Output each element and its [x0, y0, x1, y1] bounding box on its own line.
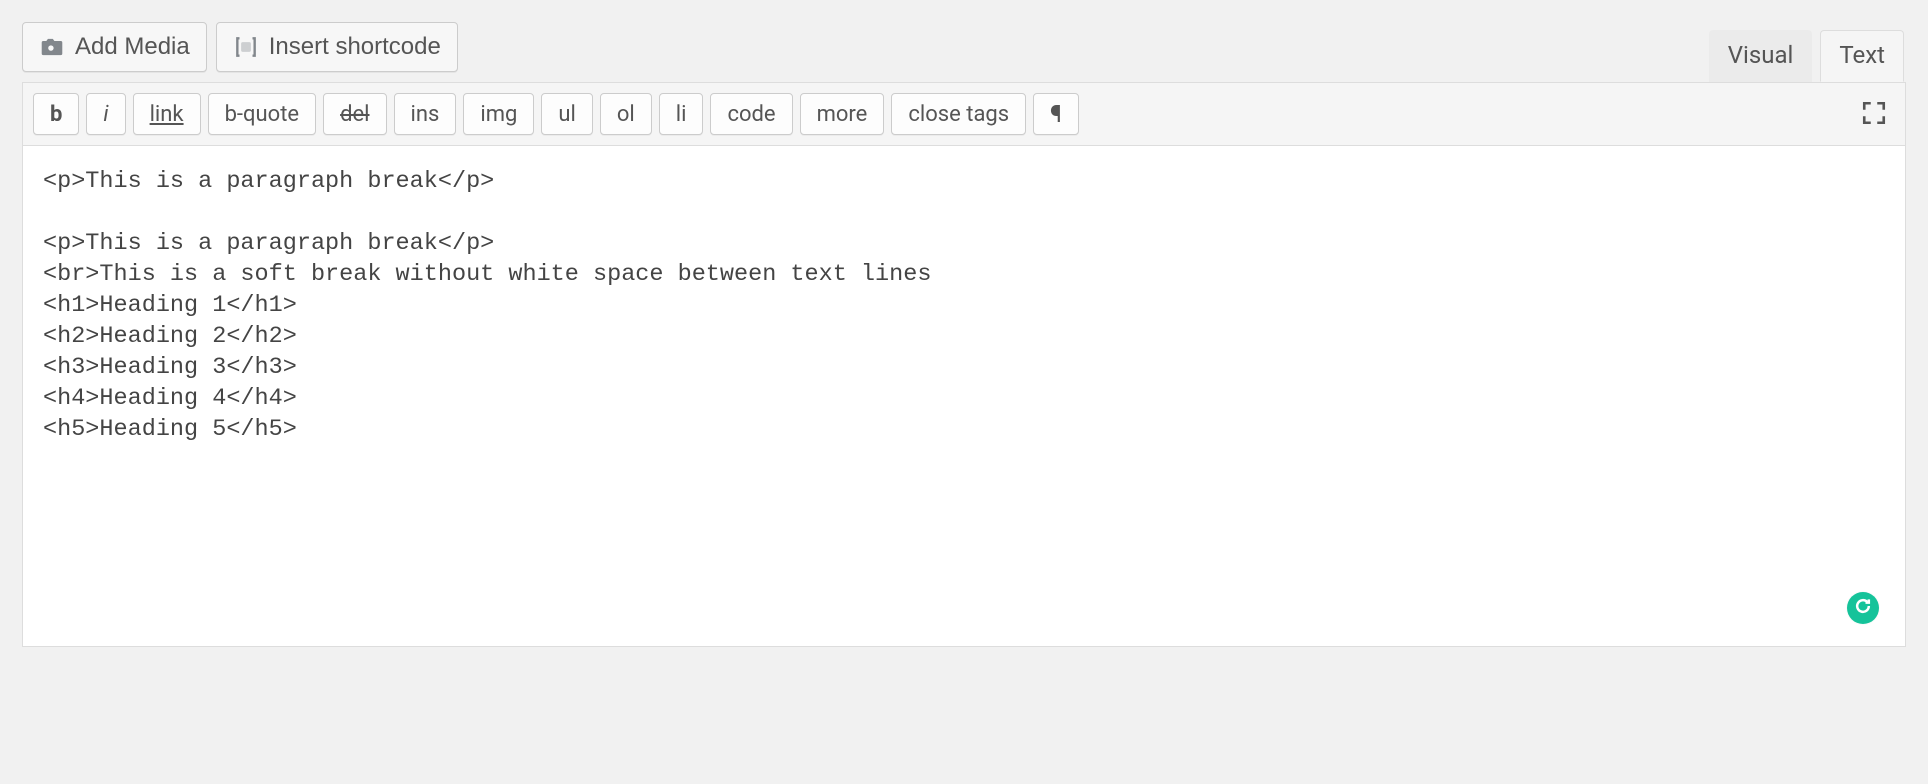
editor-container: b i link b-quote del ins img ul ol li co… — [22, 82, 1906, 647]
qt-code-button[interactable]: code — [710, 93, 792, 135]
grammarly-icon — [1853, 596, 1873, 621]
qt-ol-button[interactable]: ol — [600, 93, 652, 135]
tab-text[interactable]: Text — [1820, 30, 1904, 82]
add-media-button[interactable]: Add Media — [22, 22, 207, 72]
qt-paragraph-button[interactable]: ¶ — [1033, 93, 1079, 135]
grammarly-widget[interactable] — [1847, 592, 1879, 624]
qt-blockquote-button[interactable]: b-quote — [208, 93, 316, 135]
qt-img-button[interactable]: img — [463, 93, 534, 135]
qt-close-tags-button[interactable]: close tags — [891, 93, 1026, 135]
shortcode-icon — [233, 34, 259, 60]
add-media-label: Add Media — [75, 33, 190, 61]
fullscreen-button[interactable] — [1855, 95, 1893, 133]
camera-music-icon — [39, 34, 65, 60]
qt-del-button[interactable]: del — [323, 93, 386, 135]
quicktags-toolbar: b i link b-quote del ins img ul ol li co… — [23, 83, 1905, 146]
qt-bold-button[interactable]: b — [33, 93, 79, 135]
content-area — [23, 146, 1905, 646]
qt-link-button[interactable]: link — [133, 93, 201, 135]
qt-ul-button[interactable]: ul — [541, 93, 592, 135]
fullscreen-icon — [1861, 100, 1887, 129]
editor-tabs: Visual Text — [1709, 30, 1904, 82]
qt-italic-button[interactable]: i — [86, 93, 125, 135]
qt-li-button[interactable]: li — [659, 93, 704, 135]
editor-wrap: Add Media Insert shortcode Visual Text b… — [0, 0, 1928, 647]
insert-shortcode-label: Insert shortcode — [269, 33, 441, 61]
tab-visual[interactable]: Visual — [1709, 30, 1813, 82]
top-button-bar: Add Media Insert shortcode — [22, 22, 1906, 72]
qt-more-button[interactable]: more — [800, 93, 885, 135]
insert-shortcode-button[interactable]: Insert shortcode — [216, 22, 458, 72]
qt-ins-button[interactable]: ins — [394, 93, 457, 135]
content-textarea[interactable] — [41, 164, 1887, 624]
